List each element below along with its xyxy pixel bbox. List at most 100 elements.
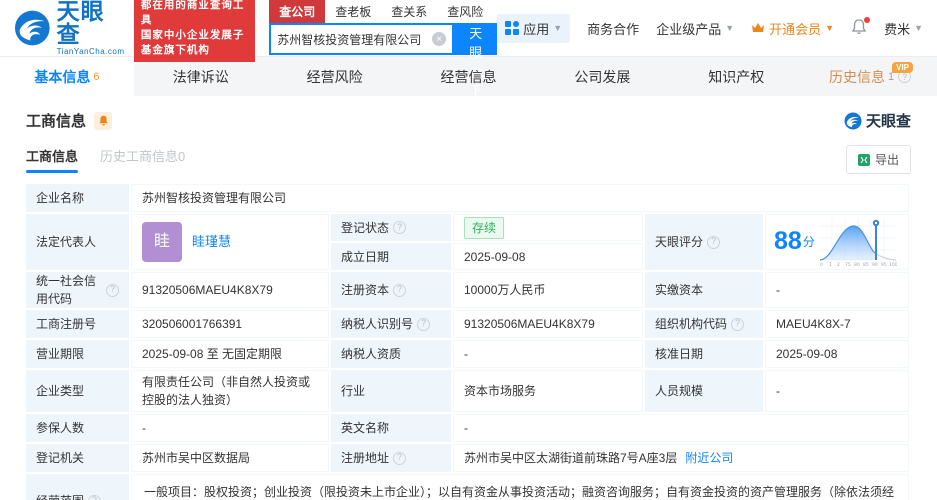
tianyancha-logo[interactable]: 天眼查 TianYanCha.com [14,0,126,56]
paid-capital-label: 实缴资本 [645,272,763,308]
table-row: 工商注册号 320506001766391 纳税人识别号 ? 91320506M… [26,310,911,338]
uscc-value: 91320506MAEU4K8X79 [131,272,329,308]
business-term-label: 营业期限 [26,340,129,368]
nearby-companies-link[interactable]: 附近公司 [685,449,733,467]
promo-line2: 国家中小企业发展子基金旗下机构 [140,29,245,57]
help-icon[interactable]: ? [393,221,407,234]
reg-no-value: 320506001766391 [131,310,329,338]
reg-authority-value: 苏州市吴中区数据局 [131,444,329,472]
taxpayer-id-label: 纳税人识别号 ? [331,310,451,338]
insured-count-label: 参保人数 [26,414,129,442]
search-tab-relation[interactable]: 查关系 [381,0,437,23]
help-icon[interactable]: ? [731,317,745,331]
vip-badge: VIP [892,62,914,73]
staff-size-label: 人员规模 [645,370,763,412]
promo-badge: 都在用的商业查询工具 国家中小企业发展子基金旗下机构 [133,0,256,63]
company-name-label: 企业名称 [26,184,129,212]
help-icon[interactable]: ? [417,317,431,331]
notification-dot [864,16,871,23]
help-icon[interactable]: ? [88,494,102,500]
legal-rep-avatar[interactable]: 眭 [142,222,182,262]
svg-text:0: 0 [820,262,823,268]
clear-input-icon[interactable]: × [432,32,447,46]
company-nav-tabs: 基本信息 6 法律诉讼 经营风险 经营信息 公司发展 知识产权 VIP 历史信息… [0,56,937,96]
svg-text:1: 1 [829,262,832,268]
search-tabs: 查公司 查老板 查关系 查风险 [269,0,497,23]
section-title: 工商信息 [26,113,87,130]
user-menu[interactable]: 费米 ▼ [884,19,923,38]
establish-date-value: 2025-09-08 [453,243,643,270]
table-row: 登记机关 苏州市吴中区数据局 注册地址 ? 苏州市吴中区太湖街道前珠路7号A座3… [26,444,911,472]
svg-text:2: 2 [837,262,840,268]
tianyancha-watermark: 天眼查 [844,110,911,131]
subscribe-bell-button[interactable] [94,111,113,130]
svg-text:75: 75 [845,262,851,268]
insured-count-value: - [131,414,329,442]
legal-rep-cell: 眭 眭瑾慧 [131,214,329,270]
tab-company-development[interactable]: 公司发展 [535,57,669,96]
approval-date-value: 2025-09-08 [765,340,909,368]
paid-capital-value: - [765,272,909,308]
help-icon[interactable]: ? [106,283,119,297]
open-vip-menu[interactable]: 开通会员 ▼ [751,19,834,38]
reg-authority-label: 登记机关 [26,444,129,472]
reg-capital-label: 注册资本 ? [331,272,451,308]
reg-address-label: 注册地址 ? [331,444,451,472]
crown-icon [752,23,765,32]
top-header: 天眼查 TianYanCha.com 都在用的商业查询工具 国家中小企业发展子基… [0,0,937,98]
search-button[interactable]: 天眼一下 [454,23,498,98]
legal-rep-link[interactable]: 眭瑾慧 [192,232,231,252]
company-type-value: 有限责任公司（非自然人投资或控股的法人独资） [131,370,329,412]
svg-text:95: 95 [881,262,887,268]
chevron-down-icon: ▼ [825,23,835,33]
tab-operation-info[interactable]: 经营信息 [402,57,536,96]
svg-text:85: 85 [863,262,869,268]
subtab-history-business-info[interactable]: 历史工商信息0 [100,146,185,173]
help-icon[interactable]: ? [393,283,407,297]
taxpayer-quali-label: 纳税人资质 [331,340,451,368]
enterprise-product-menu[interactable]: 企业级产品 ▼ [656,19,734,38]
export-button[interactable]: 导出 [845,145,911,174]
table-row: 企业名称 苏州智核投资管理有限公司 [26,184,911,212]
svg-text:90: 90 [872,262,878,268]
help-icon[interactable]: ? [393,451,407,465]
business-info-table: 企业名称 苏州智核投资管理有限公司 法定代表人 眭 眭瑾慧 登记状态 ? 存续 … [26,184,911,500]
apps-menu[interactable]: 应用 ▼ [497,13,571,43]
table-row: 经营范围 ? 一般项目：股权投资；创业投资（限投资未上市企业）；以自有资金从事投… [26,474,911,500]
search-input[interactable] [277,32,433,46]
business-term-value: 2025-09-08 至 无固定期限 [131,340,329,368]
notification-bell[interactable] [851,16,871,38]
taxpayer-id-value: 91320506MAEU4K8X79 [453,310,643,338]
search-tab-boss[interactable]: 查老板 [325,0,381,23]
industry-value: 资本市场服务 [453,370,643,412]
reg-status-label: 登记状态 ? [331,214,451,241]
table-row: 企业类型 有限责任公司（非自然人投资或控股的法人独资） 行业 资本市场服务 人员… [26,370,911,412]
approval-date-label: 核准日期 [645,340,763,368]
table-row: 营业期限 2025-09-08 至 无固定期限 纳税人资质 - 核准日期 202… [26,340,911,368]
tab-intellectual-property[interactable]: 知识产权 [669,57,803,96]
table-row: 参保人数 - 英文名称 - [26,414,911,442]
business-info-section: 工商信息 天眼查 工商信息 历史工商信息0 导出 企业名称 苏州智核投资管理有限… [0,96,937,500]
table-row: 统一社会信用代码 ? 91320506MAEU4K8X79 注册资本 ? 100… [26,272,911,308]
subtab-business-info[interactable]: 工商信息 [26,146,79,173]
establish-date-label: 成立日期 [331,243,451,270]
tab-history-info[interactable]: VIP 历史信息 1 ? [803,57,937,96]
score-value: 88 [774,227,802,256]
tab-operation-risk[interactable]: 经营风险 [268,57,402,96]
reg-status-value: 存续 [453,214,643,241]
tianyan-score-cell[interactable]: 88 分 0 1 2 75 80 85 90 95 100 [765,214,909,270]
tab-legal-litigation[interactable]: 法律诉讼 [134,57,268,96]
english-name-value: - [453,414,909,442]
industry-label: 行业 [331,370,451,412]
logo-swirl-icon [844,111,862,130]
business-coop-menu[interactable]: 商务合作 [587,19,639,38]
legal-rep-label: 法定代表人 [26,214,129,270]
bell-icon [98,115,108,126]
search-tab-risk[interactable]: 查风险 [437,0,493,23]
help-icon[interactable]: ? [707,235,721,249]
search-tab-company[interactable]: 查公司 [269,0,326,23]
tab-basic-info[interactable]: 基本信息 6 [0,57,134,96]
logo-subtitle: TianYanCha.com [56,47,125,56]
business-scope-label: 经营范围 ? [26,474,129,500]
apps-label: 应用 [523,21,550,37]
